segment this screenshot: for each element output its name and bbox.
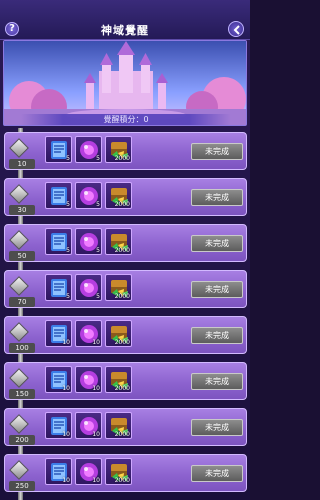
incomplete-button[interactable]: 未完成	[191, 143, 243, 160]
milestone-node-icon	[9, 138, 29, 158]
milestone-level: 150	[9, 389, 35, 399]
milestone-node-icon	[9, 460, 29, 480]
purple-orb-icon[interactable]: 5	[75, 136, 102, 163]
blue-scroll-icon[interactable]: 10	[45, 366, 72, 393]
blue-scroll-icon[interactable]: 10	[45, 412, 72, 439]
reward-row: 150 10 10 2000 未完成	[4, 362, 247, 400]
reward-quantity: 2000	[114, 247, 130, 254]
reward-row: 10 5 5 2000 未完成	[4, 132, 247, 170]
milestone-level: 100	[9, 343, 35, 353]
reward-row: 200 10 10 2000 未完成	[4, 408, 247, 446]
reward-items: 10 10 2000	[45, 366, 133, 396]
reward-quantity: 10	[92, 431, 100, 438]
milestone-level: 30	[9, 205, 35, 215]
awakening-screen: ? 神域覺醒 覺醒積分：0 10 5 5 2000 未完成 30 5 5 200…	[0, 0, 250, 500]
blue-scroll-icon[interactable]: 10	[45, 458, 72, 485]
reward-quantity: 5	[96, 293, 100, 300]
reward-row: 70 5 5 2000 未完成	[4, 270, 247, 308]
reward-row: 250 10 10 2000 未完成	[4, 454, 247, 492]
incomplete-button[interactable]: 未完成	[191, 281, 243, 298]
castle-banner: 覺醒積分：0	[3, 40, 247, 126]
reward-row: 50 5 5 2000 未完成	[4, 224, 247, 262]
milestone-level: 10	[9, 159, 35, 169]
milestone-node-icon	[9, 184, 29, 204]
reward-quantity: 5	[96, 247, 100, 254]
reward-row: 30 5 5 2000 未完成	[4, 178, 247, 216]
purple-orb-icon[interactable]: 10	[75, 320, 102, 347]
blue-scroll-icon[interactable]: 5	[45, 182, 72, 209]
reward-quantity: 10	[62, 385, 70, 392]
milestone-level: 250	[9, 481, 35, 491]
reward-quantity: 5	[66, 201, 70, 208]
incomplete-button[interactable]: 未完成	[191, 465, 243, 482]
reward-list[interactable]: 10 5 5 2000 未完成 30 5 5 2000 未完成 50 5 5 2000 未完成 70 5 5 200…	[0, 128, 250, 500]
milestone-node-icon	[9, 368, 29, 388]
reward-quantity: 2000	[114, 339, 130, 346]
treasure-chest-gems-icon[interactable]: 2000	[105, 274, 132, 301]
blue-scroll-icon[interactable]: 10	[45, 320, 72, 347]
treasure-chest-gems-icon[interactable]: 2000	[105, 228, 132, 255]
reward-quantity: 2000	[114, 201, 130, 208]
page-title: 神域覺醒	[101, 24, 149, 37]
reward-items: 10 10 2000	[45, 458, 133, 488]
reward-row: 100 10 10 2000 未完成	[4, 316, 247, 354]
reward-items: 10 10 2000	[45, 412, 133, 442]
reward-quantity: 10	[62, 431, 70, 438]
reward-quantity: 2000	[114, 477, 130, 484]
purple-orb-icon[interactable]: 5	[75, 274, 102, 301]
reward-quantity: 5	[66, 247, 70, 254]
reward-quantity: 5	[66, 293, 70, 300]
milestone-node-icon	[9, 322, 29, 342]
incomplete-button[interactable]: 未完成	[191, 189, 243, 206]
back-button[interactable]	[228, 21, 244, 37]
treasure-chest-gems-icon[interactable]: 2000	[105, 182, 132, 209]
reward-quantity: 10	[92, 339, 100, 346]
milestone-level: 50	[9, 251, 35, 261]
reward-items: 5 5 2000	[45, 182, 133, 212]
milestone-node-icon	[9, 230, 29, 250]
purple-orb-icon[interactable]: 10	[75, 458, 102, 485]
incomplete-button[interactable]: 未完成	[191, 373, 243, 390]
milestone-level: 200	[9, 435, 35, 445]
reward-quantity: 2000	[114, 431, 130, 438]
reward-quantity: 5	[66, 155, 70, 162]
reward-quantity: 10	[92, 385, 100, 392]
back-arrow-icon	[233, 25, 240, 35]
incomplete-button[interactable]: 未完成	[191, 327, 243, 344]
reward-items: 5 5 2000	[45, 274, 133, 304]
reward-quantity: 10	[62, 339, 70, 346]
incomplete-button[interactable]: 未完成	[191, 419, 243, 436]
reward-quantity: 10	[92, 477, 100, 484]
treasure-chest-gems-icon[interactable]: 2000	[105, 366, 132, 393]
reward-items: 5 5 2000	[45, 228, 133, 258]
treasure-chest-gems-icon[interactable]: 2000	[105, 320, 132, 347]
milestone-node-icon	[9, 276, 29, 296]
milestone-level: 70	[9, 297, 35, 307]
reward-quantity: 5	[96, 155, 100, 162]
treasure-chest-gems-icon[interactable]: 2000	[105, 458, 132, 485]
header-bar: ? 神域覺醒	[0, 0, 250, 40]
awakening-points: 覺醒積分：0	[21, 114, 231, 125]
purple-orb-icon[interactable]: 5	[75, 182, 102, 209]
purple-orb-icon[interactable]: 10	[75, 412, 102, 439]
purple-orb-icon[interactable]: 5	[75, 228, 102, 255]
reward-quantity: 2000	[114, 385, 130, 392]
reward-quantity: 2000	[114, 293, 130, 300]
treasure-chest-gems-icon[interactable]: 2000	[105, 412, 132, 439]
milestone-node-icon	[9, 414, 29, 434]
reward-quantity: 2000	[114, 155, 130, 162]
blue-scroll-icon[interactable]: 5	[45, 228, 72, 255]
blue-scroll-icon[interactable]: 5	[45, 136, 72, 163]
incomplete-button[interactable]: 未完成	[191, 235, 243, 252]
purple-orb-icon[interactable]: 10	[75, 366, 102, 393]
reward-quantity: 5	[96, 201, 100, 208]
reward-quantity: 10	[62, 477, 70, 484]
reward-items: 5 5 2000	[45, 136, 133, 166]
blue-scroll-icon[interactable]: 5	[45, 274, 72, 301]
treasure-chest-gems-icon[interactable]: 2000	[105, 136, 132, 163]
reward-items: 10 10 2000	[45, 320, 133, 350]
